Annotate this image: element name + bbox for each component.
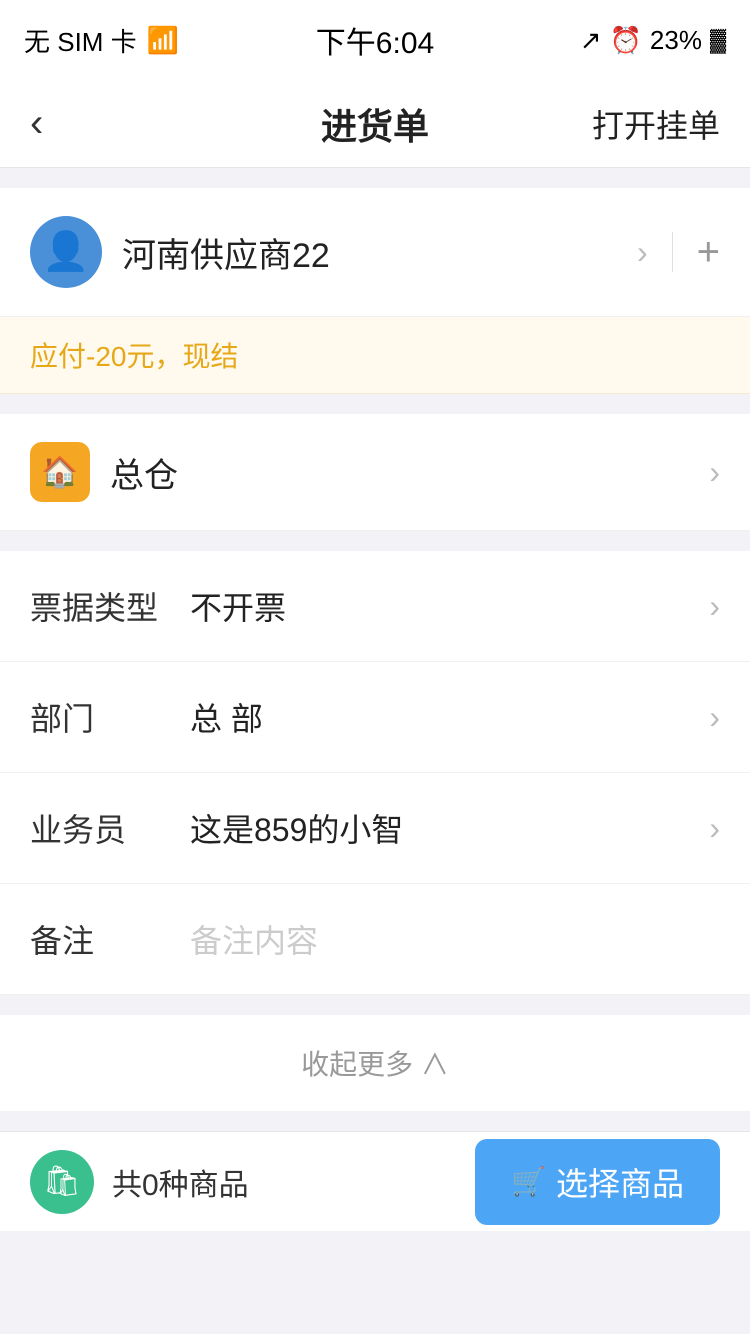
sales-label: 业务员 — [30, 805, 190, 851]
collapse-label: 收起更多 ∧ — [301, 1049, 449, 1080]
cart-icon: 🛍 — [43, 1164, 81, 1199]
house-icon: 🏠 — [41, 455, 78, 490]
gap-3 — [0, 531, 750, 551]
warehouse-section: 🏠 总仓 › — [0, 414, 750, 531]
select-btn-icon: 🛒 — [511, 1165, 546, 1198]
department-row[interactable]: 部门 总 部 › — [0, 662, 750, 773]
location-icon: ↗ — [580, 25, 602, 56]
sales-chevron-icon: › — [709, 810, 720, 847]
status-right: ↗ ⏰ 23% ▓ — [580, 25, 726, 56]
status-left: 无 SIM 卡 📶 — [24, 22, 179, 59]
wifi-icon: 📶 — [147, 25, 179, 56]
warehouse-row[interactable]: 🏠 总仓 › — [0, 414, 750, 531]
invoice-chevron-icon: › — [709, 588, 720, 625]
open-pending-button[interactable]: 打开挂单 — [592, 101, 720, 147]
battery-text: 23% — [650, 25, 702, 56]
remark-input[interactable]: 备注内容 — [190, 916, 720, 962]
sales-value: 这是859的小智 — [190, 805, 709, 851]
main-content: 👤 河南供应商22 › + 应付-20元，现结 🏠 总仓 › 票据类型 不开票 … — [0, 168, 750, 1231]
avatar: 👤 — [30, 216, 102, 288]
sales-row[interactable]: 业务员 这是859的小智 › — [0, 773, 750, 884]
notice-text: 应付-20元，现结 — [30, 341, 238, 372]
bottom-bar: 🛍 共0种商品 🛒 选择商品 — [0, 1131, 750, 1231]
supplier-name: 河南供应商22 — [122, 228, 637, 277]
department-chevron-icon: › — [709, 699, 720, 736]
remark-label: 备注 — [30, 916, 190, 962]
gap-2 — [0, 394, 750, 414]
divider — [672, 232, 673, 272]
carrier-text: 无 SIM 卡 — [24, 22, 137, 59]
warehouse-icon-wrap: 🏠 — [30, 442, 90, 502]
collapse-button[interactable]: 收起更多 ∧ — [0, 1015, 750, 1111]
back-button[interactable]: ‹ — [30, 101, 90, 146]
supplier-section: 👤 河南供应商22 › + 应付-20元，现结 — [0, 188, 750, 394]
invoice-value: 不开票 — [190, 583, 709, 629]
supplier-row[interactable]: 👤 河南供应商22 › + — [0, 188, 750, 317]
invoice-row[interactable]: 票据类型 不开票 › — [0, 551, 750, 662]
page-title: 进货单 — [321, 98, 429, 150]
remark-row[interactable]: 备注 备注内容 — [0, 884, 750, 995]
gap-5 — [0, 1111, 750, 1131]
warehouse-name: 总仓 — [110, 448, 709, 497]
department-value: 总 部 — [190, 694, 709, 740]
select-product-button[interactable]: 🛒 选择商品 — [475, 1139, 720, 1225]
status-time: 下午6:04 — [316, 18, 434, 62]
select-btn-label: 选择商品 — [556, 1159, 684, 1205]
chevron-right-icon: › — [637, 234, 648, 271]
invoice-label: 票据类型 — [30, 583, 190, 629]
form-section: 票据类型 不开票 › 部门 总 部 › 业务员 这是859的小智 › 备注 备注… — [0, 551, 750, 995]
product-count: 共0种商品 — [112, 1160, 475, 1204]
cart-icon-wrap: 🛍 — [30, 1150, 94, 1214]
avatar-icon: 👤 — [42, 230, 89, 274]
notice-row: 应付-20元，现结 — [0, 317, 750, 394]
status-bar: 无 SIM 卡 📶 下午6:04 ↗ ⏰ 23% ▓ — [0, 0, 750, 80]
gap-1 — [0, 168, 750, 188]
alarm-icon: ⏰ — [610, 25, 642, 56]
nav-bar: ‹ 进货单 打开挂单 — [0, 80, 750, 168]
battery-icon: ▓ — [710, 27, 726, 53]
gap-4 — [0, 995, 750, 1015]
department-label: 部门 — [30, 694, 190, 740]
add-supplier-button[interactable]: + — [697, 230, 720, 275]
warehouse-chevron-icon: › — [709, 454, 720, 491]
